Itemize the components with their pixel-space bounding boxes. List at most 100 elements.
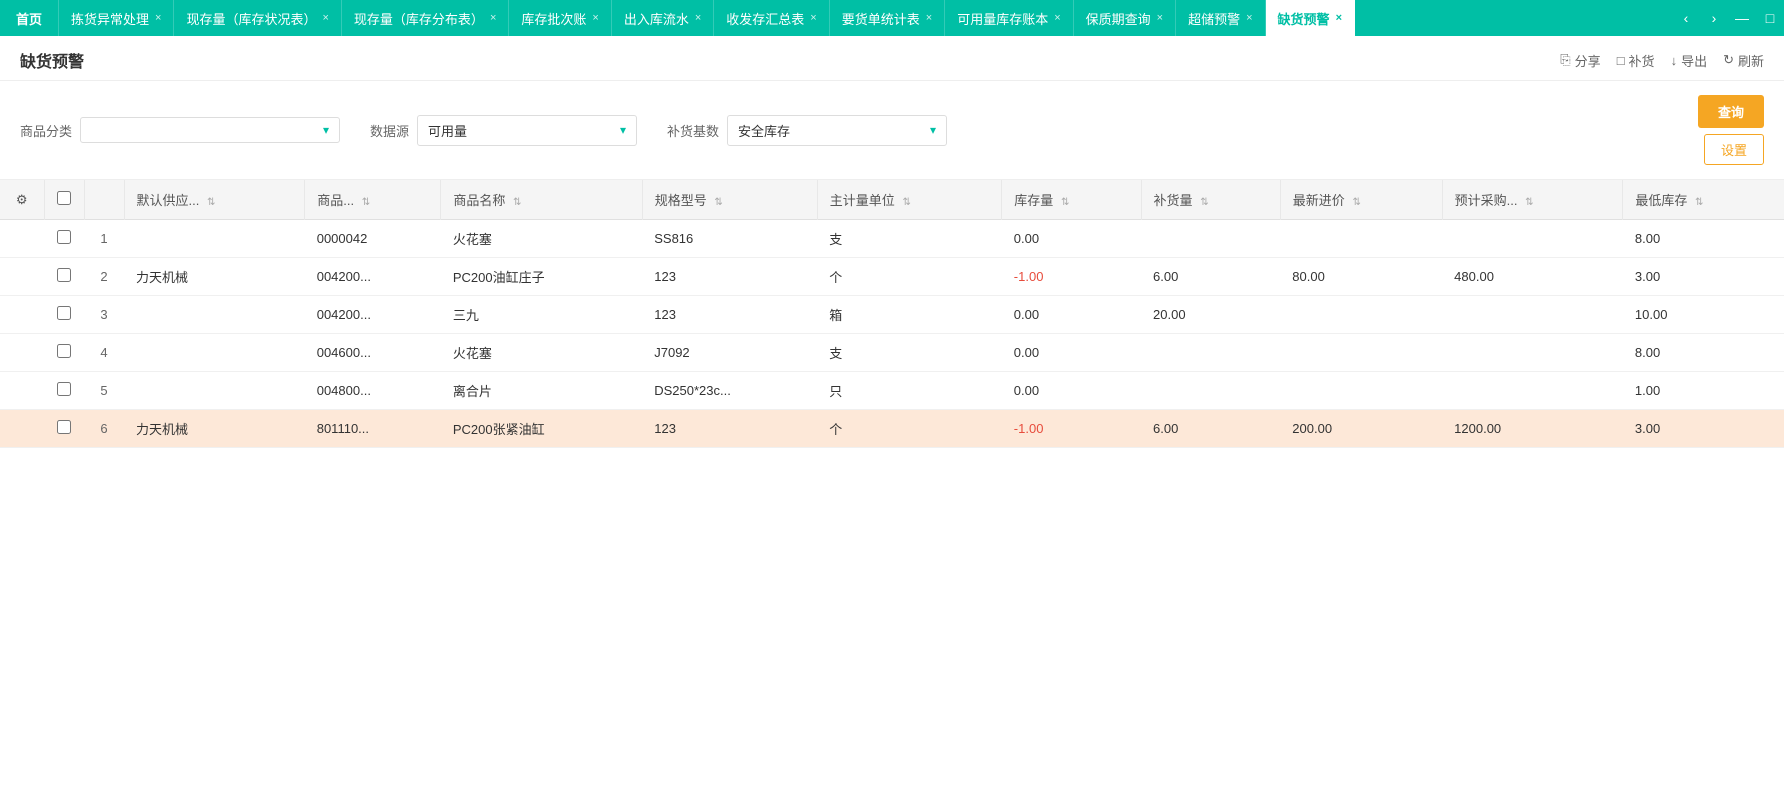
tab-close-6[interactable]: × <box>810 12 816 24</box>
row-settings-cell <box>0 258 44 296</box>
tab-close-7[interactable]: × <box>926 12 932 24</box>
row-replenish: 20.00 <box>1141 296 1280 334</box>
filter-row: 商品分类 ▾ 数据源 可用量 ▾ 补货基数 安全库存 ▾ 查询 设置 <box>0 81 1784 180</box>
row-min-stock: 3.00 <box>1623 410 1784 448</box>
filter-datasource-group: 数据源 可用量 ▾ <box>370 115 637 146</box>
tab-8[interactable]: 可用量库存账本 × <box>945 0 1073 36</box>
tab-close-2[interactable]: × <box>322 12 328 24</box>
row-checkbox[interactable] <box>57 268 71 282</box>
tab-close-3[interactable]: × <box>490 12 496 24</box>
settings-button[interactable]: 设置 <box>1704 134 1764 165</box>
sort-spec-icon: ⇅ <box>714 197 722 208</box>
tab-2[interactable]: 现存量（库存状况表） × <box>174 0 341 36</box>
row-index: 5 <box>84 372 124 410</box>
window-maximize-btn[interactable]: □ <box>1756 0 1784 36</box>
row-min-stock: 1.00 <box>1623 372 1784 410</box>
table-row: 2力天机械004200...PC200油缸庄子123个-1.006.0080.0… <box>0 258 1784 296</box>
row-est-purchase: 480.00 <box>1442 258 1623 296</box>
gear-icon[interactable]: ⚙ <box>16 192 28 207</box>
tab-close-8[interactable]: × <box>1054 12 1060 24</box>
export-action[interactable]: ↓ 导出 <box>1671 51 1708 70</box>
tab-close-4[interactable]: × <box>592 12 598 24</box>
window-minimize-btn[interactable]: — <box>1728 0 1756 36</box>
col-latest-price-header[interactable]: 最新进价 ⇅ <box>1280 180 1442 220</box>
tab-6[interactable]: 收发存汇总表 × <box>714 0 829 36</box>
tab-10[interactable]: 超储预警 × <box>1176 0 1265 36</box>
row-latest-price <box>1280 220 1442 258</box>
row-latest-price <box>1280 372 1442 410</box>
row-supplier <box>124 372 305 410</box>
share-action[interactable]: ⎘ 分享 <box>1560 51 1600 70</box>
tab-4[interactable]: 库存批次账 × <box>509 0 611 36</box>
col-stock-header[interactable]: 库存量 ⇅ <box>1002 180 1141 220</box>
filter-category-select[interactable]: ▾ <box>80 117 340 143</box>
tab-nav-next[interactable]: › <box>1700 0 1728 36</box>
col-replenish-label: 补货量 <box>1154 193 1193 208</box>
tab-nav-prev[interactable]: ‹ <box>1672 0 1700 36</box>
row-checkbox[interactable] <box>57 344 71 358</box>
tab-11[interactable]: 缺货预警 × <box>1266 0 1355 36</box>
select-all-checkbox[interactable] <box>57 191 71 205</box>
row-est-purchase <box>1442 334 1623 372</box>
row-checkbox[interactable] <box>57 306 71 320</box>
row-goods-name: 三九 <box>441 296 642 334</box>
row-checkbox-cell <box>44 372 84 410</box>
row-supplier <box>124 296 305 334</box>
tab-5[interactable]: 出入库流水 × <box>612 0 714 36</box>
tab-7[interactable]: 要货单统计表 × <box>830 0 945 36</box>
sort-supplier-icon: ⇅ <box>207 197 215 208</box>
sort-stock-icon: ⇅ <box>1061 197 1069 208</box>
row-latest-price <box>1280 334 1442 372</box>
row-index: 3 <box>84 296 124 334</box>
row-spec: 123 <box>642 410 817 448</box>
tab-1[interactable]: 拣货异常处理 × <box>59 0 174 36</box>
query-button[interactable]: 查询 <box>1698 95 1764 128</box>
row-goods-name: 火花塞 <box>441 220 642 258</box>
col-spec-header[interactable]: 规格型号 ⇅ <box>642 180 817 220</box>
col-settings-header[interactable]: ⚙ <box>0 180 44 220</box>
tab-9[interactable]: 保质期查询 × <box>1074 0 1176 36</box>
tab-3[interactable]: 现存量（库存分布表） × <box>342 0 509 36</box>
filter-datasource-arrow-icon: ▾ <box>620 123 626 137</box>
row-goods-name: 火花塞 <box>441 334 642 372</box>
col-goods-name-header[interactable]: 商品名称 ⇅ <box>441 180 642 220</box>
row-latest-price <box>1280 296 1442 334</box>
col-unit-header[interactable]: 主计量单位 ⇅ <box>817 180 1002 220</box>
tab-close-11[interactable]: × <box>1336 12 1342 24</box>
replenish-action[interactable]: □ 补货 <box>1617 51 1655 70</box>
row-goods-name: PC200油缸庄子 <box>441 258 642 296</box>
table-container: ⚙ 默认供应... ⇅ 商品... ⇅ 商品名称 <box>0 180 1784 448</box>
row-checkbox-cell <box>44 220 84 258</box>
tab-close-9[interactable]: × <box>1157 12 1163 24</box>
row-index: 4 <box>84 334 124 372</box>
row-checkbox[interactable] <box>57 230 71 244</box>
row-stock: -1.00 <box>1002 258 1141 296</box>
col-goods-code-header[interactable]: 商品... ⇅ <box>305 180 441 220</box>
sort-goods-code-icon: ⇅ <box>362 197 370 208</box>
col-supplier-header[interactable]: 默认供应... ⇅ <box>124 180 305 220</box>
row-est-purchase <box>1442 220 1623 258</box>
col-replenish-header[interactable]: 补货量 ⇅ <box>1141 180 1280 220</box>
row-checkbox[interactable] <box>57 420 71 434</box>
tab-close-5[interactable]: × <box>695 12 701 24</box>
tab-close-10[interactable]: × <box>1246 12 1252 24</box>
row-stock: 0.00 <box>1002 372 1141 410</box>
col-est-purchase-header[interactable]: 预计采购... ⇅ <box>1442 180 1623 220</box>
filter-datasource-select[interactable]: 可用量 ▾ <box>417 115 637 146</box>
sort-latest-price-icon: ⇅ <box>1352 197 1360 208</box>
row-goods-name: PC200张紧油缸 <box>441 410 642 448</box>
filter-base-select[interactable]: 安全库存 ▾ <box>727 115 947 146</box>
share-icon: ⎘ <box>1560 52 1570 68</box>
row-stock: 0.00 <box>1002 220 1141 258</box>
row-supplier: 力天机械 <box>124 258 305 296</box>
header-actions: ⎘ 分享 □ 补货 ↓ 导出 ↻ 刷新 <box>1560 51 1764 70</box>
tab-home[interactable]: 首页 <box>0 0 59 36</box>
tab-close-1[interactable]: × <box>155 12 161 24</box>
col-min-stock-label: 最低库存 <box>1635 193 1687 208</box>
refresh-action[interactable]: ↻ 刷新 <box>1723 51 1764 70</box>
row-checkbox[interactable] <box>57 382 71 396</box>
row-goods-code: 004800... <box>305 372 441 410</box>
col-checkbox-header[interactable] <box>44 180 84 220</box>
table-body: 10000042火花塞SS816支0.008.002力天机械004200...P… <box>0 220 1784 448</box>
col-min-stock-header[interactable]: 最低库存 ⇅ <box>1623 180 1784 220</box>
